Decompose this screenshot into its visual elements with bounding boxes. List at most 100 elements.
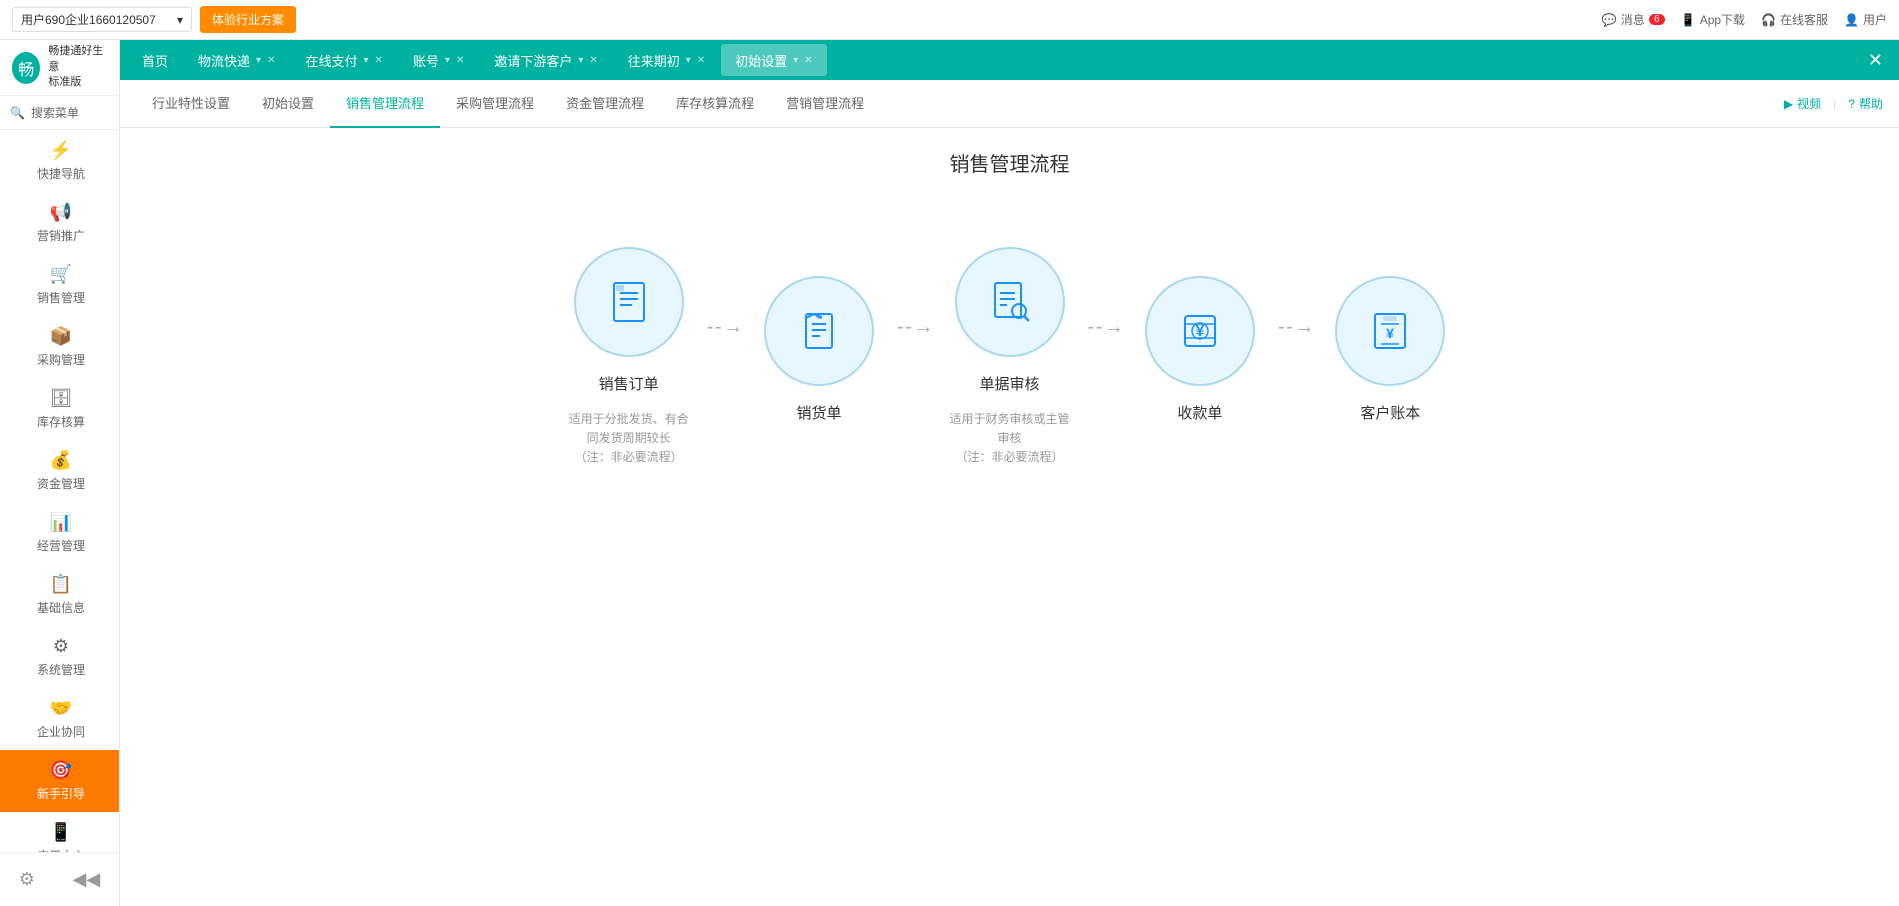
- sidebar-item-marketing-promo[interactable]: 📢 营销推广: [0, 192, 119, 254]
- flow-arrow-2: - - →: [889, 316, 939, 339]
- chevron-down-icon: ▾: [793, 55, 798, 66]
- help-action-btn[interactable]: ? 帮助: [1848, 95, 1883, 112]
- sidebar-item-new-guide[interactable]: 🎯 新手引导: [0, 750, 119, 812]
- sidebar-search[interactable]: 🔍 搜索菜单: [0, 96, 119, 130]
- chevron-down-icon: ▾: [256, 55, 261, 66]
- flow-arrow-3: - - →: [1080, 316, 1130, 339]
- app-download-label: App下载: [1700, 11, 1745, 28]
- sub-tab-inventory-flow[interactable]: 库存核算流程: [660, 80, 770, 128]
- app-download-btn[interactable]: 📱 App下载: [1681, 11, 1745, 28]
- sidebar-item-sales-mgmt[interactable]: 🛒 销售管理: [0, 254, 119, 316]
- sidebar-item-basic-info[interactable]: 📋 基础信息: [0, 564, 119, 626]
- sidebar-item-label: 企业协同: [37, 723, 85, 740]
- sidebar-item-label: 系统管理: [37, 661, 85, 678]
- chevron-down-icon: ▾: [177, 13, 183, 27]
- chart-icon: 📊: [50, 512, 72, 533]
- flow-content: 销售管理流程 销售订单 适用于分批发货、有合同发货周期较长（注: [120, 128, 1899, 906]
- sales-order-circle[interactable]: [574, 247, 684, 357]
- nav-tab-initial-setup[interactable]: 初始设置 ▾ ✕: [721, 44, 826, 76]
- chevron-down-icon: ▾: [578, 55, 583, 66]
- main-wrapper: 首页 物流快递 ▾ ✕ 在线支付 ▾ ✕ 账号 ▾ ✕ 邀请下游客户 ▾ ✕ 往…: [120, 0, 1899, 906]
- trial-btn[interactable]: 体验行业方案: [200, 6, 296, 33]
- flow-arrow-1: - - →: [699, 316, 749, 339]
- top-bar-left: 用户690企业1660120507 ▾ 体验行业方案: [12, 6, 296, 33]
- receipt-label: 收款单: [1177, 402, 1222, 423]
- nav-tab-logistics-label: 物流快递: [198, 51, 250, 70]
- top-bar-right: 💬 消息 6 📱 App下载 🎧 在线客服 👤 用户: [1602, 11, 1887, 28]
- doc-review-circle[interactable]: [955, 247, 1065, 357]
- user-avatar-btn[interactable]: 👤 用户: [1844, 11, 1887, 28]
- play-icon: ▶: [1784, 97, 1793, 111]
- chevron-down-icon: ▾: [445, 55, 450, 66]
- search-icon: 🔍: [10, 106, 25, 120]
- logo-text: 畅捷通好生意 标准版: [48, 44, 107, 90]
- nav-tab-logistics[interactable]: 物流快递 ▾ ✕: [184, 44, 289, 76]
- sidebar-item-app-center[interactable]: 📱 应用中心: [0, 812, 119, 852]
- customer-ledger-circle[interactable]: ¥: [1335, 276, 1445, 386]
- flow-diagram: 销售订单 适用于分批发货、有合同发货周期较长（注：非必要流程） - - →: [140, 227, 1879, 488]
- nav-tab-home[interactable]: 首页: [128, 44, 182, 76]
- sales-invoice-circle[interactable]: [764, 276, 874, 386]
- headset-icon: 🎧: [1761, 13, 1776, 27]
- sub-tab-finance-flow[interactable]: 资金管理流程: [550, 80, 660, 128]
- sidebar-item-label: 资金管理: [37, 475, 85, 492]
- messages-badge: 6: [1649, 14, 1665, 25]
- nav-tab-invite-downstream[interactable]: 邀请下游客户 ▾ ✕: [480, 44, 611, 76]
- sidebar-collapse-btn[interactable]: ◀◀: [65, 861, 109, 898]
- receipt-circle[interactable]: ¥: [1145, 276, 1255, 386]
- close-icon[interactable]: ✕: [456, 55, 464, 66]
- content-area: 行业特性设置 初始设置 销售管理流程 采购管理流程 资金管理流程 库存核算流程 …: [120, 80, 1899, 906]
- flow-node-sales-invoice: 销货单: [749, 276, 889, 439]
- sub-tab-initial-setup[interactable]: 初始设置: [246, 80, 330, 128]
- phone-icon: 📱: [1681, 13, 1696, 27]
- avatar-icon: 👤: [1844, 13, 1859, 27]
- sidebar-nav: ⚡ 快捷导航 📢 营销推广 🛒 销售管理 📦 采购管理 🗄 库存核算 💰 资金管…: [0, 130, 119, 852]
- video-action-btn[interactable]: ▶ 视频: [1784, 95, 1821, 112]
- nav-tab-period-init[interactable]: 往来期初 ▾ ✕: [614, 44, 719, 76]
- nav-tab-invite-label: 邀请下游客户: [494, 51, 572, 70]
- sidebar-item-label: 基础信息: [37, 599, 85, 616]
- sidebar-logo: 畅 畅捷通好生意 标准版: [0, 40, 119, 96]
- close-icon[interactable]: ✕: [589, 55, 597, 66]
- sidebar-item-quick-nav[interactable]: ⚡ 快捷导航: [0, 130, 119, 192]
- sidebar-item-inventory[interactable]: 🗄 库存核算: [0, 378, 119, 440]
- user-selector-text: 用户690企业1660120507: [21, 11, 156, 28]
- sub-tab-actions: ▶ 视频 | ? 帮助: [1784, 95, 1883, 112]
- sub-tab-industry-settings[interactable]: 行业特性设置: [136, 80, 246, 128]
- user-selector[interactable]: 用户690企业1660120507 ▾: [12, 7, 192, 32]
- sub-tab-sales-flow[interactable]: 销售管理流程: [330, 80, 440, 128]
- video-label: 视频: [1797, 95, 1821, 112]
- close-icon[interactable]: ✕: [375, 55, 383, 66]
- close-icon[interactable]: ✕: [697, 55, 705, 66]
- close-icon[interactable]: ✕: [804, 55, 812, 66]
- nav-tab-online-pay[interactable]: 在线支付 ▾ ✕: [291, 44, 396, 76]
- nav-tab-account-label: 账号: [413, 51, 439, 70]
- money-icon: 💰: [50, 450, 72, 471]
- sub-tabs: 行业特性设置 初始设置 销售管理流程 采购管理流程 资金管理流程 库存核算流程 …: [120, 80, 1899, 128]
- messages-btn[interactable]: 💬 消息 6: [1602, 11, 1665, 28]
- sidebar-item-purchase-mgmt[interactable]: 📦 采购管理: [0, 316, 119, 378]
- sidebar-item-finance-mgmt[interactable]: 💰 资金管理: [0, 440, 119, 502]
- top-bar: 用户690企业1660120507 ▾ 体验行业方案 💬 消息 6 📱 App下…: [0, 0, 1899, 40]
- sidebar-item-operations-mgmt[interactable]: 📊 经营管理: [0, 502, 119, 564]
- message-icon: 💬: [1602, 13, 1617, 27]
- flow-title: 销售管理流程: [140, 148, 1879, 177]
- megaphone-icon: 📢: [50, 202, 72, 223]
- flow-node-sales-order: 销售订单 适用于分批发货、有合同发货周期较长（注：非必要流程）: [559, 247, 699, 468]
- sidebar-item-label: 快捷导航: [37, 165, 85, 182]
- clipboard-icon: 📋: [50, 574, 72, 595]
- cart-icon: 🛒: [50, 264, 72, 285]
- sub-tab-marketing-flow[interactable]: 营销管理流程: [770, 80, 880, 128]
- close-all-tabs-btn[interactable]: ✕: [1860, 50, 1891, 71]
- nav-tab-account[interactable]: 账号 ▾ ✕: [399, 44, 478, 76]
- sub-tab-purchase-flow[interactable]: 采购管理流程: [440, 80, 550, 128]
- sidebar-item-system-mgmt[interactable]: ⚙ 系统管理: [0, 626, 119, 688]
- chevron-down-icon: ▾: [363, 55, 368, 66]
- sidebar-item-enterprise-collab[interactable]: 🤝 企业协同: [0, 688, 119, 750]
- collapse-icon: ◀◀: [73, 869, 101, 890]
- close-icon[interactable]: ✕: [267, 55, 275, 66]
- sidebar-settings-btn[interactable]: ⚙: [11, 861, 43, 898]
- target-icon: 🎯: [50, 760, 72, 781]
- doc-review-label: 单据审核: [979, 373, 1039, 394]
- online-service-btn[interactable]: 🎧 在线客服: [1761, 11, 1828, 28]
